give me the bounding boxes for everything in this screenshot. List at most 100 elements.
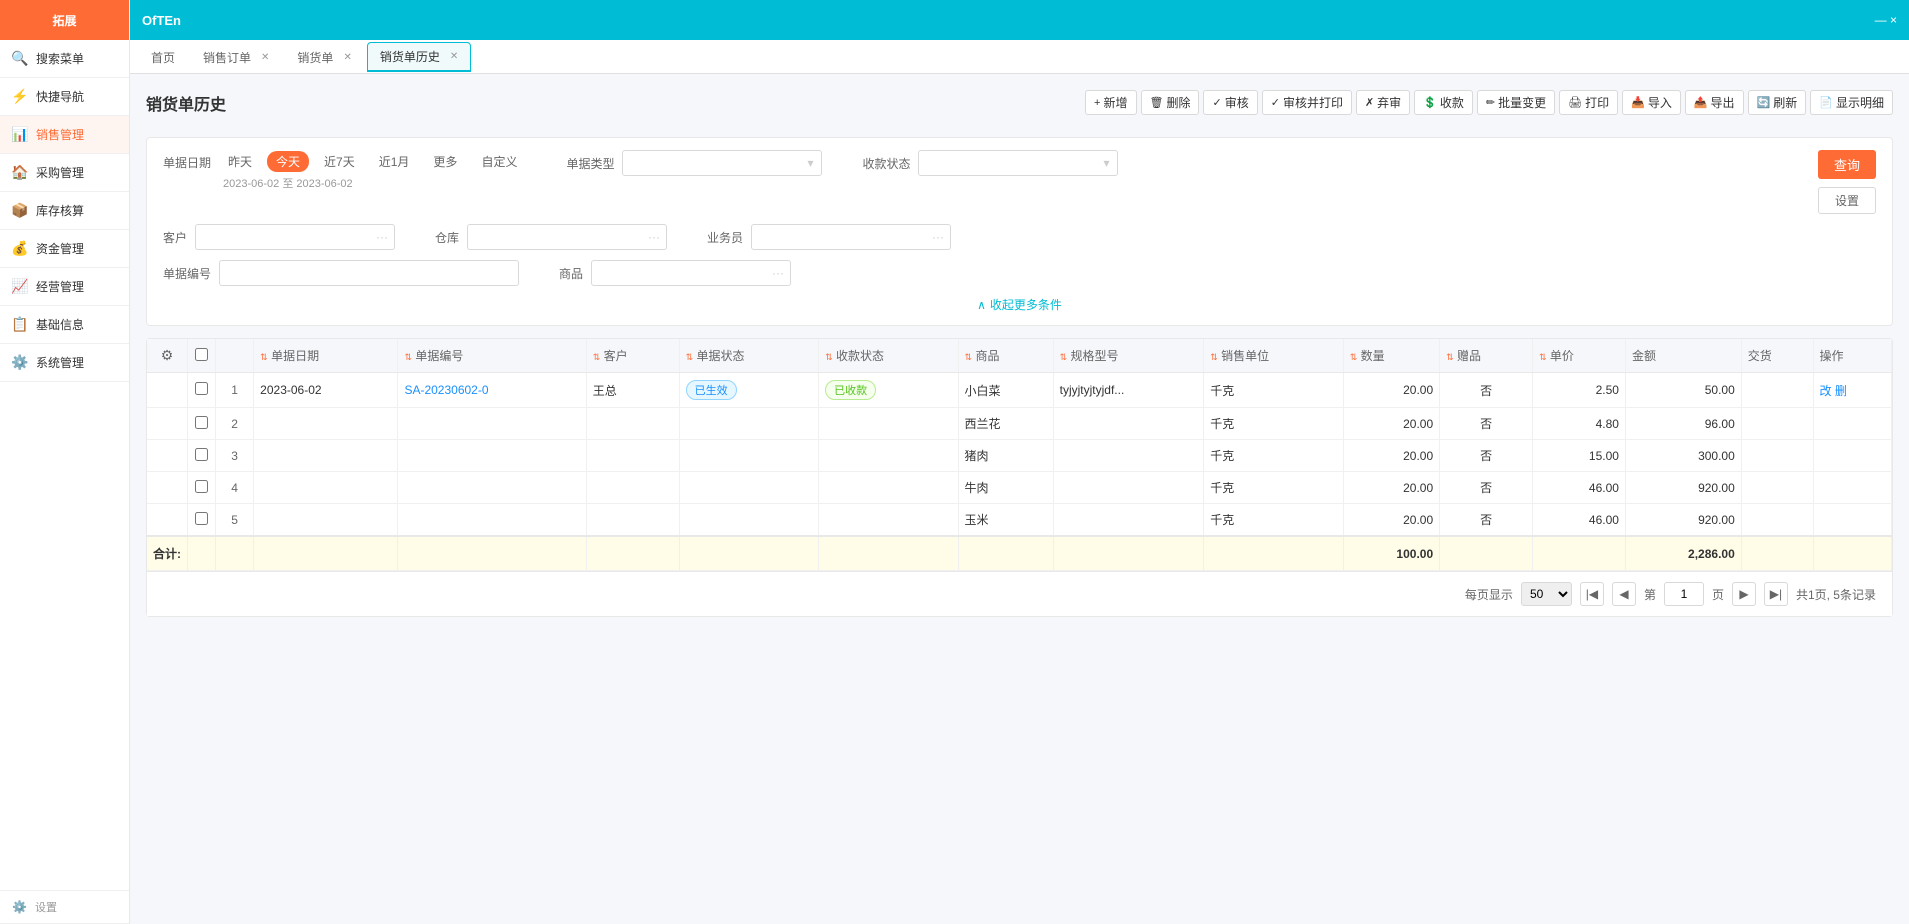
staff-dots-icon[interactable]: ··· — [926, 230, 950, 244]
staff-input[interactable]: ··· — [751, 224, 951, 250]
col-label-doc_status[interactable]: 单据状态 — [697, 349, 745, 363]
col-label-sales_unit[interactable]: 销售单位 — [1221, 349, 1269, 363]
page-number-input[interactable] — [1664, 582, 1704, 606]
warehouse-dots-icon[interactable]: ··· — [642, 230, 666, 244]
date-btn-1month[interactable]: 近1月 — [370, 150, 419, 173]
col-header-collect_status[interactable]: ⇅ 收款状态 — [819, 339, 958, 373]
col-header-sales_unit[interactable]: ⇅ 销售单位 — [1204, 339, 1343, 373]
tab-home[interactable]: 首页 — [138, 42, 188, 72]
tab-close-sales-order[interactable]: ✕ — [261, 52, 269, 63]
col-label-unit_price[interactable]: 单价 — [1550, 349, 1574, 363]
doc-type-select[interactable]: ▾ — [622, 150, 822, 176]
warehouse-input-field[interactable] — [468, 227, 642, 247]
col-header-customer[interactable]: ⇅ 客户 — [586, 339, 679, 373]
page-last-button[interactable]: ▶| — [1764, 582, 1788, 606]
show-detail-button[interactable]: 📄显示明细 — [1810, 90, 1893, 115]
col-header-gift[interactable]: ⇅ 赠品 — [1440, 339, 1533, 373]
tab-close-sales-goods[interactable]: ✕ — [343, 52, 351, 63]
page-first-button[interactable]: |◀ — [1580, 582, 1604, 606]
row-checkbox-1[interactable] — [188, 408, 216, 440]
page-next-button[interactable]: ▶ — [1732, 582, 1756, 606]
col-header-spec_type[interactable]: ⇅ 规格型号 — [1053, 339, 1204, 373]
sidebar-item-sys-mgmt[interactable]: ⚙️ 系统管理 — [0, 344, 129, 382]
col-header-doc_date[interactable]: ⇅ 单据日期 — [254, 339, 398, 373]
sidebar-item-purchase-mgmt[interactable]: 🏠 采购管理 — [0, 154, 129, 192]
col-header-doc_no[interactable]: ⇅ 单据编号 — [398, 339, 586, 373]
date-btn-custom[interactable]: 自定义 — [472, 150, 526, 173]
row-check-4[interactable] — [195, 512, 208, 525]
sidebar-item-quick-nav[interactable]: ⚡ 快捷导航 — [0, 78, 129, 116]
tab-sales-goods[interactable]: 销货单✕ — [284, 42, 364, 72]
row-check-1[interactable] — [195, 416, 208, 429]
goods-input-field[interactable] — [592, 263, 766, 283]
row-docno-2[interactable] — [398, 440, 586, 472]
row-docno-4[interactable] — [398, 504, 586, 537]
customer-dots-icon[interactable]: ··· — [370, 230, 394, 244]
row-docno-1[interactable] — [398, 408, 586, 440]
export-button[interactable]: 📤导出 — [1685, 90, 1744, 115]
doc-no-link-0[interactable]: SA-20230602-0 — [404, 383, 488, 397]
delete-button[interactable]: 🗑删除 — [1141, 90, 1200, 115]
doc-no-input[interactable] — [219, 260, 519, 286]
table-settings-icon[interactable]: ⚙ — [161, 347, 174, 363]
customer-input-field[interactable] — [196, 227, 370, 247]
sidebar-item-search-menu[interactable]: 🔍 搜索菜单 — [0, 40, 129, 78]
col-header-unit_price[interactable]: ⇅ 单价 — [1533, 339, 1626, 373]
row-docno-3[interactable] — [398, 472, 586, 504]
col-label-gift[interactable]: 赠品 — [1457, 349, 1481, 363]
col-label-spec_type[interactable]: 规格型号 — [1071, 349, 1119, 363]
import-button[interactable]: 📥导入 — [1622, 90, 1681, 115]
query-button[interactable]: 查询 — [1818, 150, 1876, 179]
review-print-button[interactable]: ✓审核并打印 — [1262, 90, 1352, 115]
refresh-button[interactable]: 🔄刷新 — [1748, 90, 1807, 115]
select-all-checkbox[interactable] — [195, 348, 208, 361]
collapse-button[interactable]: ∧ 收起更多条件 — [977, 296, 1062, 313]
warehouse-input[interactable]: ··· — [467, 224, 667, 250]
col-label-collect_status[interactable]: 收款状态 — [836, 349, 884, 363]
sidebar-item-sales-mgmt[interactable]: 📊 销售管理 — [0, 116, 129, 154]
row-del-btn-0[interactable]: 删 — [1835, 384, 1847, 398]
row-check-3[interactable] — [195, 480, 208, 493]
staff-input-field[interactable] — [752, 227, 926, 247]
tab-sales-history[interactable]: 销货单历史✕ — [367, 42, 471, 72]
col-header-goods[interactable]: ⇅ 商品 — [958, 339, 1053, 373]
col-label-goods[interactable]: 商品 — [975, 349, 999, 363]
date-btn-yesterday[interactable]: 昨天 — [219, 150, 261, 173]
col-label-doc_date[interactable]: 单据日期 — [271, 349, 319, 363]
sidebar-item-bottom-settings[interactable]: ⚙️ 设置 — [0, 890, 129, 924]
sidebar-item-operations[interactable]: 📈 经营管理 — [0, 268, 129, 306]
tab-close-sales-history[interactable]: ✕ — [450, 51, 458, 62]
date-btn-today[interactable]: 今天 — [267, 151, 309, 172]
abandon-button[interactable]: ✗弃审 — [1356, 90, 1410, 115]
col-label-customer[interactable]: 客户 — [604, 349, 628, 363]
collect-button[interactable]: 💲收款 — [1414, 90, 1473, 115]
new-button[interactable]: +新增 — [1085, 90, 1136, 115]
sidebar-item-finance[interactable]: 💰 资金管理 — [0, 230, 129, 268]
row-checkbox-3[interactable] — [188, 472, 216, 504]
col-label-quantity[interactable]: 数量 — [1361, 349, 1385, 363]
sidebar-item-inventory[interactable]: 📦 库存核算 — [0, 192, 129, 230]
per-page-select[interactable]: 50 100 200 — [1521, 582, 1572, 606]
row-check-2[interactable] — [195, 448, 208, 461]
row-checkbox-4[interactable] — [188, 504, 216, 537]
date-btn-more[interactable]: 更多 — [424, 150, 466, 173]
row-edit-btn-0[interactable]: 改 — [1820, 384, 1832, 398]
print-button[interactable]: 🖨打印 — [1559, 90, 1618, 115]
col-header-doc_status[interactable]: ⇅ 单据状态 — [679, 339, 818, 373]
page-prev-button[interactable]: ◀ — [1612, 582, 1636, 606]
col-label-doc_no[interactable]: 单据编号 — [415, 349, 463, 363]
batch-change-button[interactable]: ✏批量变更 — [1477, 90, 1555, 115]
goods-dots-icon[interactable]: ··· — [766, 266, 790, 280]
row-check-0[interactable] — [195, 382, 208, 395]
collect-status-select[interactable]: ▾ — [918, 150, 1118, 176]
tab-sales-order[interactable]: 销售订单✕ — [190, 42, 282, 72]
row-checkbox-0[interactable] — [188, 373, 216, 408]
date-btn-7days[interactable]: 近7天 — [315, 150, 364, 173]
sidebar-item-base-info[interactable]: 📋 基础信息 — [0, 306, 129, 344]
review-button[interactable]: ✓审核 — [1203, 90, 1257, 115]
col-header-quantity[interactable]: ⇅ 数量 — [1343, 339, 1439, 373]
goods-input[interactable]: ··· — [591, 260, 791, 286]
filter-settings-button[interactable]: 设置 — [1818, 187, 1876, 214]
row-docno-0[interactable]: SA-20230602-0 — [398, 373, 586, 408]
customer-input[interactable]: ··· — [195, 224, 395, 250]
